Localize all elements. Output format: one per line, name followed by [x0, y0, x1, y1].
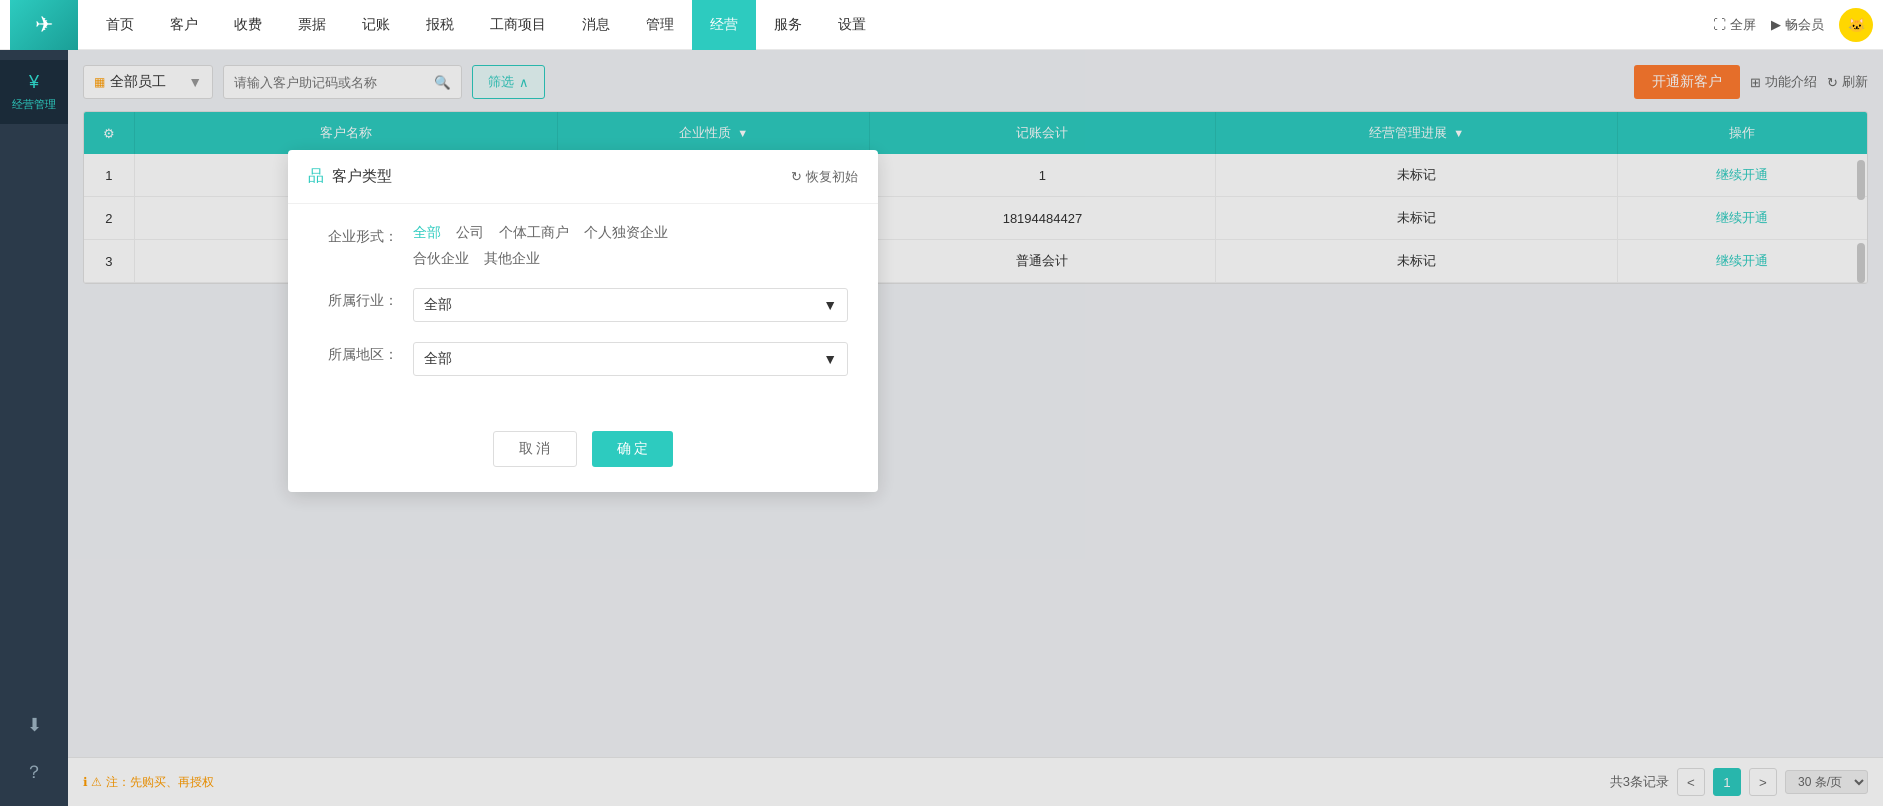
region-select-wrapper: 全部 ▼ — [413, 342, 848, 376]
industry-chevron-icon: ▼ — [823, 297, 837, 313]
sidebar-icon-yuan: ¥ — [29, 72, 39, 93]
nav-items: 首页 客户 收费 票据 记账 报税 工商项目 消息 管理 经营 服务 设置 — [88, 0, 1713, 50]
help-icon: ？ — [25, 760, 43, 784]
region-select[interactable]: 全部 ▼ — [413, 342, 848, 376]
modal-footer: 取 消 确 定 — [288, 416, 878, 492]
enterprise-form-row: 企业形式： 全部 公司 个体工商户 个人独资企业 合伙企业 其他企业 — [318, 224, 848, 268]
member-label: 畅会员 — [1785, 16, 1824, 34]
fullscreen-label: 全屏 — [1730, 16, 1756, 34]
fullscreen-button[interactable]: ⛶ 全屏 — [1713, 16, 1756, 34]
region-label: 所属地区： — [318, 342, 398, 364]
nav-settings[interactable]: 设置 — [820, 0, 884, 50]
enterprise-option-other[interactable]: 其他企业 — [484, 250, 540, 268]
modal-header: 品 客户类型 ↻ 恢复初始 — [288, 150, 878, 204]
confirm-button[interactable]: 确 定 — [592, 431, 674, 467]
enterprise-form-label: 企业形式： — [318, 224, 398, 246]
modal-title-text: 客户类型 — [332, 167, 392, 186]
enterprise-option-partnership[interactable]: 合伙企业 — [413, 250, 469, 268]
filter-modal: 品 客户类型 ↻ 恢复初始 企业形式： 全部 公司 个体工商户 个人独资企业 — [288, 150, 878, 492]
download-icon: ⬇ — [27, 714, 42, 736]
nav-accounting[interactable]: 记账 — [344, 0, 408, 50]
nav-tax[interactable]: 报税 — [408, 0, 472, 50]
reset-label: 恢复初始 — [806, 168, 858, 186]
nav-bizproject[interactable]: 工商项目 — [472, 0, 564, 50]
member-button[interactable]: ▶ 畅会员 — [1771, 16, 1824, 34]
cancel-button[interactable]: 取 消 — [493, 431, 577, 467]
enterprise-option-individual[interactable]: 个体工商户 — [499, 224, 569, 242]
top-nav: ✈ 首页 客户 收费 票据 记账 报税 工商项目 消息 管理 经营 服务 设置 … — [0, 0, 1883, 50]
region-value: 全部 — [424, 350, 452, 368]
modal-title: 品 客户类型 — [308, 166, 392, 187]
modal-title-icon: 品 — [308, 166, 324, 187]
industry-select[interactable]: 全部 ▼ — [413, 288, 848, 322]
enterprise-option-all[interactable]: 全部 — [413, 224, 441, 242]
enterprise-radio-group: 全部 公司 个体工商户 个人独资企业 — [413, 224, 848, 242]
industry-form-row: 所属行业： 全部 ▼ — [318, 288, 848, 322]
sidebar-item-help[interactable]: ？ — [0, 748, 68, 796]
industry-select-wrapper: 全部 ▼ — [413, 288, 848, 322]
enterprise-radio-group-2: 合伙企业 其他企业 — [413, 250, 848, 268]
modal-reset-button[interactable]: ↻ 恢复初始 — [791, 168, 858, 186]
nav-message[interactable]: 消息 — [564, 0, 628, 50]
sidebar-item-operation[interactable]: ¥ 经营管理 — [0, 60, 68, 124]
region-chevron-icon: ▼ — [823, 351, 837, 367]
sidebar-item-download[interactable]: ⬇ — [0, 702, 68, 748]
nav-service[interactable]: 服务 — [756, 0, 820, 50]
avatar[interactable]: 🐱 — [1839, 8, 1873, 42]
modal-body: 企业形式： 全部 公司 个体工商户 个人独资企业 合伙企业 其他企业 所 — [288, 204, 878, 416]
avatar-icon: 🐱 — [1848, 17, 1865, 33]
nav-customer[interactable]: 客户 — [152, 0, 216, 50]
region-form-row: 所属地区： 全部 ▼ — [318, 342, 848, 376]
enterprise-option-sole[interactable]: 个人独资企业 — [584, 224, 668, 242]
member-icon: ▶ — [1771, 17, 1781, 32]
logo: ✈ — [10, 0, 78, 50]
enterprise-option-company[interactable]: 公司 — [456, 224, 484, 242]
modal-overlay: 品 客户类型 ↻ 恢复初始 企业形式： 全部 公司 个体工商户 个人独资企业 — [68, 50, 1883, 806]
industry-value: 全部 — [424, 296, 452, 314]
industry-label: 所属行业： — [318, 288, 398, 310]
nav-operation[interactable]: 经营 — [692, 0, 756, 50]
nav-invoice[interactable]: 票据 — [280, 0, 344, 50]
sidebar-bottom: ⬇ ？ — [0, 702, 68, 796]
nav-manage[interactable]: 管理 — [628, 0, 692, 50]
nav-fee[interactable]: 收费 — [216, 0, 280, 50]
enterprise-form-content: 全部 公司 个体工商户 个人独资企业 合伙企业 其他企业 — [413, 224, 848, 268]
sidebar-item-label: 经营管理 — [12, 97, 56, 112]
sidebar: ¥ 经营管理 ⬇ ？ — [0, 50, 68, 806]
logo-icon: ✈ — [35, 12, 53, 38]
reset-icon: ↻ — [791, 169, 802, 184]
nav-home[interactable]: 首页 — [88, 0, 152, 50]
fullscreen-icon: ⛶ — [1713, 17, 1726, 32]
nav-right: ⛶ 全屏 ▶ 畅会员 🐱 — [1713, 8, 1873, 42]
